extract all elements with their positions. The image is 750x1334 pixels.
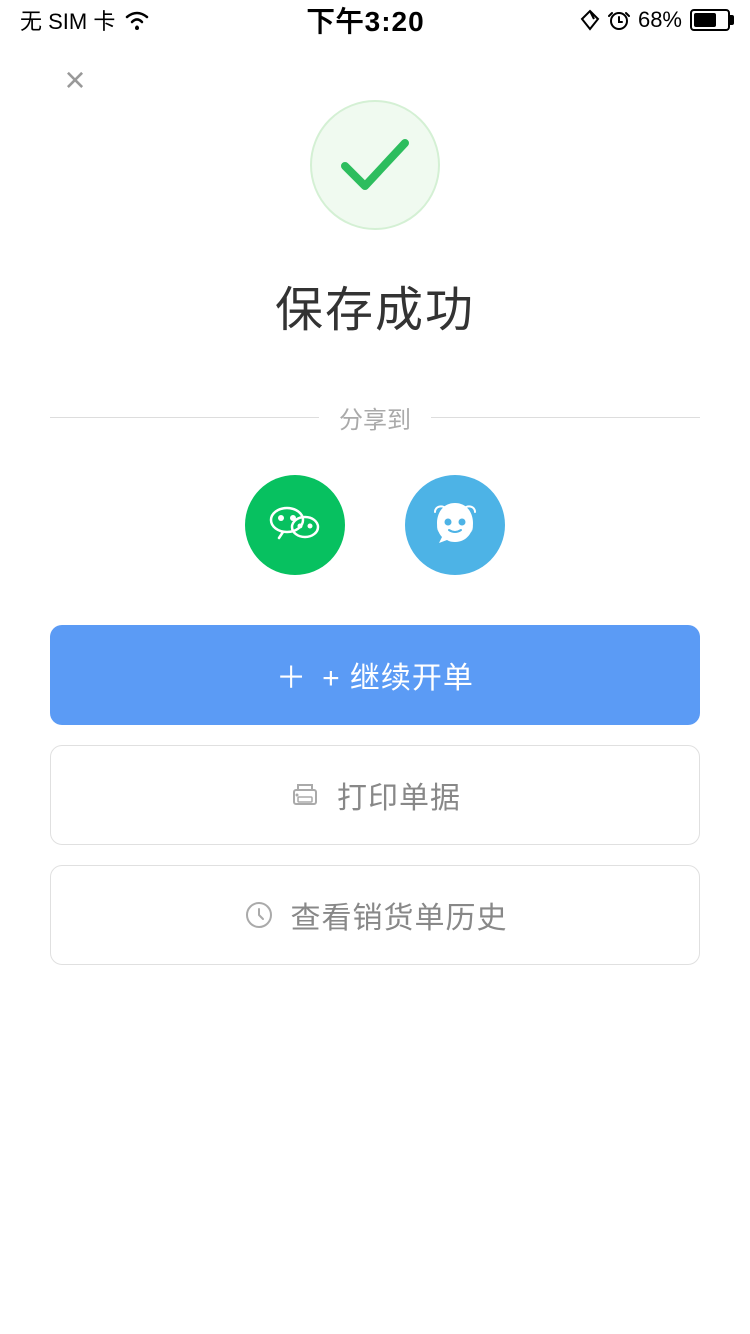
continue-label: + 继续开单 (322, 653, 474, 697)
main-content: 保存成功 分享到 (0, 40, 750, 965)
status-time: 下午3:20 (307, 0, 425, 40)
history-button[interactable]: 查看销货单历史 (50, 865, 700, 965)
print-button[interactable]: 打印单据 (50, 745, 700, 845)
wechat-icon (265, 495, 325, 555)
action-buttons: ＋ + 继续开单 打印单据 查看销货单历史 (0, 625, 750, 965)
battery-indicator (690, 9, 730, 31)
print-icon (289, 779, 321, 811)
qq-share-button[interactable] (405, 475, 505, 575)
share-section: 分享到 (0, 400, 750, 575)
print-label: 打印单据 (337, 773, 461, 817)
checkmark-icon (340, 138, 410, 193)
location-icon (580, 9, 600, 31)
history-icon (243, 899, 275, 931)
success-circle (310, 100, 440, 230)
divider-right (431, 417, 700, 418)
qq-icon (425, 495, 485, 555)
share-icons (245, 475, 505, 575)
plus-icon: ＋ (276, 653, 306, 697)
status-left: 无 SIM 卡 (20, 4, 151, 36)
alarm-icon (608, 9, 630, 31)
close-button[interactable]: × (50, 55, 100, 105)
wechat-share-button[interactable] (245, 475, 345, 575)
success-title: 保存成功 (275, 270, 475, 340)
close-icon: × (64, 62, 85, 98)
share-divider: 分享到 (0, 400, 750, 435)
wifi-icon (123, 9, 151, 31)
status-bar: 无 SIM 卡 下午3:20 68% (0, 0, 750, 40)
status-right: 68% (580, 7, 730, 33)
battery-percent: 68% (638, 7, 682, 33)
continue-button[interactable]: ＋ + 继续开单 (50, 625, 700, 725)
divider-left (50, 417, 319, 418)
no-sim-text: 无 SIM 卡 (20, 4, 115, 36)
share-label: 分享到 (319, 400, 431, 435)
history-label: 查看销货单历史 (291, 893, 508, 937)
